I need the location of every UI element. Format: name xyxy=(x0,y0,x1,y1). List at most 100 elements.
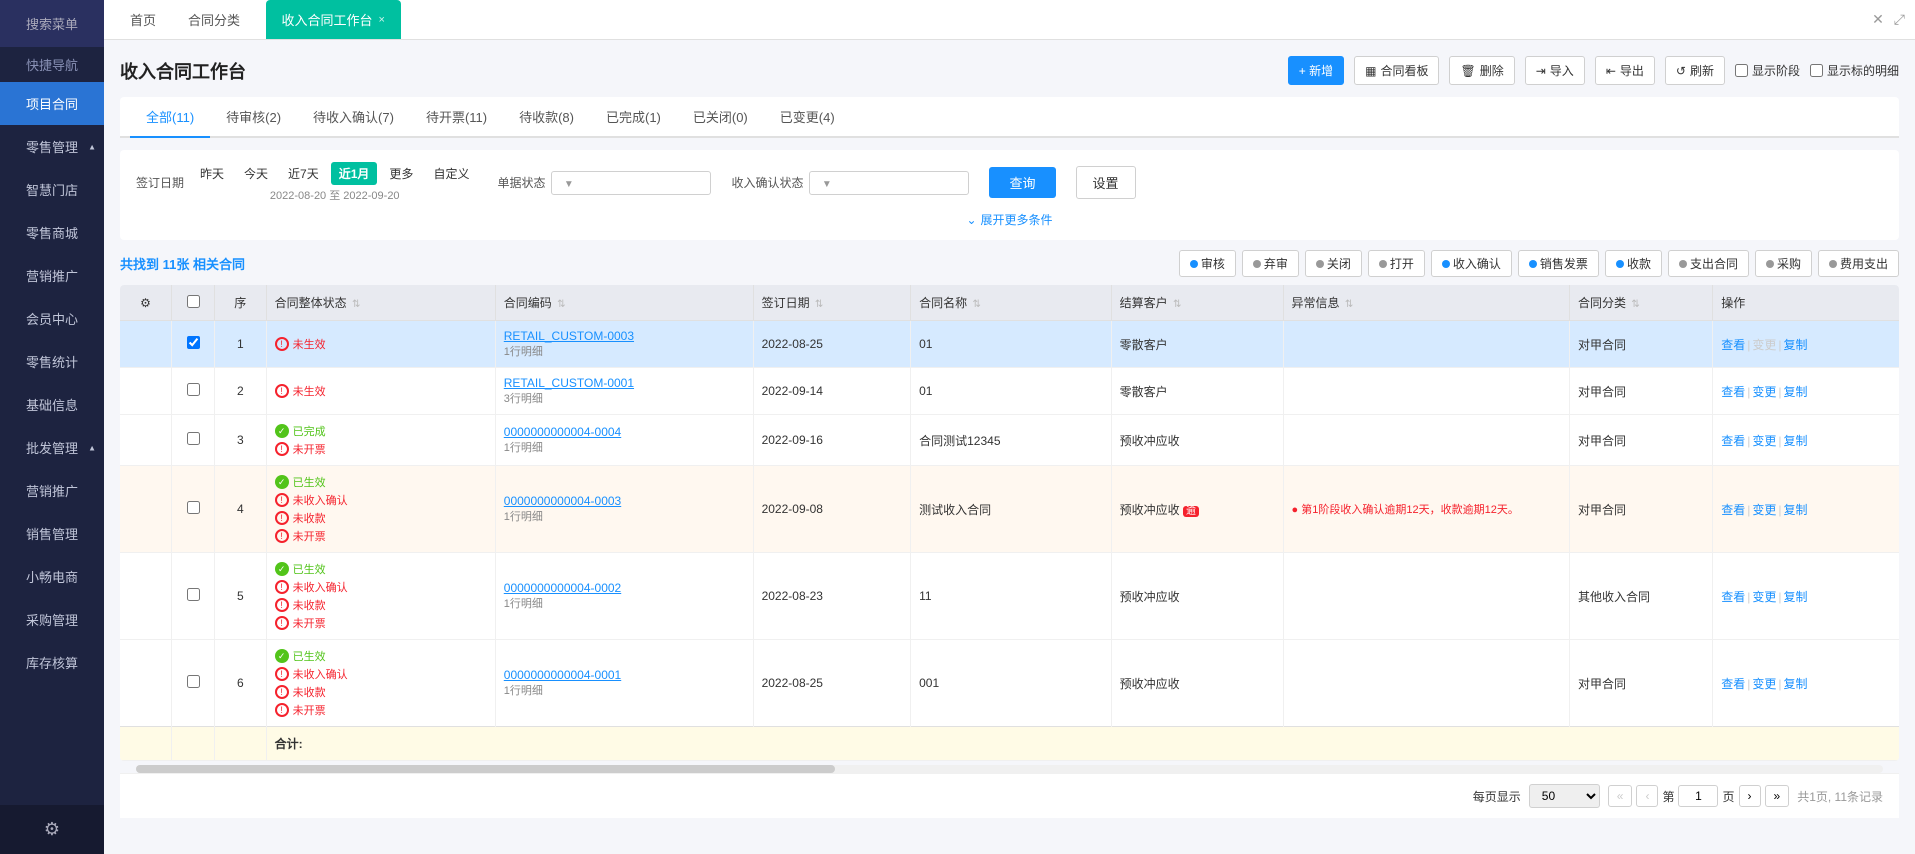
row-checkbox-1[interactable] xyxy=(187,383,200,396)
contract-view-button[interactable]: ▦ 合同看板 xyxy=(1354,56,1439,85)
tab-close-contract-type[interactable]: × xyxy=(240,16,249,28)
window-close-btn[interactable]: ✕ xyxy=(1872,11,1884,28)
sidebar-item-inventory[interactable]: 库存核算 xyxy=(0,641,104,684)
settings-gear-icon[interactable]: ⚙ xyxy=(0,805,104,854)
row-check-cell[interactable] xyxy=(172,553,215,640)
horizontal-scrollbar[interactable] xyxy=(136,765,1883,773)
sidebar-nav[interactable]: 快捷导航 xyxy=(0,47,104,82)
contract-code-link[interactable]: 0000000000004-0003 xyxy=(504,494,621,508)
op-查看[interactable]: 查看 xyxy=(1721,338,1745,352)
op-变更[interactable]: 变更 xyxy=(1752,677,1776,691)
tab-contract-type[interactable]: 合同分类 × xyxy=(172,0,266,39)
op-变更[interactable]: 变更 xyxy=(1752,434,1776,448)
sidebar-item-retail-mgmt[interactable]: 零售管理 xyxy=(0,125,104,168)
date-btn-yesterday[interactable]: 昨天 xyxy=(192,162,232,185)
date-col[interactable]: 签订日期 ⇅ xyxy=(753,285,911,321)
next-page-btn[interactable]: › xyxy=(1739,785,1761,807)
op-复制[interactable]: 复制 xyxy=(1784,590,1808,604)
error-col[interactable]: 异常信息 ⇅ xyxy=(1283,285,1569,321)
refresh-button[interactable]: ↺ 刷新 xyxy=(1665,56,1725,85)
new-button[interactable]: + 新增 xyxy=(1288,56,1344,85)
action-btn-abandon[interactable]: 弃审 xyxy=(1242,250,1299,277)
sidebar-item-retail-mall[interactable]: 零售商城 xyxy=(0,211,104,254)
date-btn-custom[interactable]: 自定义 xyxy=(425,162,477,185)
type-col[interactable]: 合同分类 ⇅ xyxy=(1570,285,1713,321)
action-btn-review[interactable]: 审核 xyxy=(1179,250,1236,277)
action-btn-print[interactable]: 打开 xyxy=(1368,250,1425,277)
row-check-cell[interactable] xyxy=(172,368,215,415)
page-input[interactable] xyxy=(1678,785,1718,807)
select-all-checkbox[interactable] xyxy=(187,295,200,308)
export-button[interactable]: ⇤ 导出 xyxy=(1595,56,1655,85)
settings-col[interactable]: ⚙ xyxy=(120,285,172,321)
filter-tab-pending-confirm[interactable]: 待收入确认(7) xyxy=(297,97,410,138)
action-btn-income-confirm[interactable]: 收入确认 xyxy=(1431,250,1512,277)
filter-tab-changed[interactable]: 已变更(4) xyxy=(764,97,851,138)
contract-code-link[interactable]: RETAIL_CUSTOM-0001 xyxy=(504,376,634,390)
row-check-cell[interactable] xyxy=(172,415,215,466)
row-check-cell[interactable] xyxy=(172,640,215,727)
check-col[interactable] xyxy=(172,285,215,321)
page-size-select[interactable]: 50 20 100 xyxy=(1529,784,1600,808)
op-查看[interactable]: 查看 xyxy=(1721,434,1745,448)
filter-tab-pending-invoice[interactable]: 待开票(11) xyxy=(410,97,503,138)
name-col[interactable]: 合同名称 ⇅ xyxy=(911,285,1112,321)
sidebar-search[interactable]: 搜索菜单 xyxy=(0,0,104,47)
contract-code-link[interactable]: 0000000000004-0001 xyxy=(504,668,621,682)
code-col[interactable]: 合同编码 ⇅ xyxy=(495,285,753,321)
op-查看[interactable]: 查看 xyxy=(1721,590,1745,604)
date-btn-today[interactable]: 今天 xyxy=(236,162,276,185)
op-复制[interactable]: 复制 xyxy=(1784,677,1808,691)
op-复制[interactable]: 复制 xyxy=(1784,338,1808,352)
contract-code-link[interactable]: 0000000000004-0004 xyxy=(504,425,621,439)
sidebar-item-project[interactable]: 项目合同 xyxy=(0,82,104,125)
op-复制[interactable]: 复制 xyxy=(1784,434,1808,448)
tab-income-workbench[interactable]: 收入合同工作台 × xyxy=(266,0,401,39)
row-checkbox-0[interactable] xyxy=(187,336,200,349)
sidebar-item-sales-mgmt[interactable]: 销售管理 xyxy=(0,512,104,555)
filter-tab-completed[interactable]: 已完成(1) xyxy=(590,97,677,138)
last-page-btn[interactable]: » xyxy=(1765,785,1790,807)
doc-status-select[interactable]: ▼ xyxy=(551,171,711,195)
sidebar-item-smart-store[interactable]: 智慧门店 xyxy=(0,168,104,211)
op-复制[interactable]: 复制 xyxy=(1784,503,1808,517)
row-checkbox-5[interactable] xyxy=(187,675,200,688)
action-btn-close[interactable]: 关闭 xyxy=(1305,250,1362,277)
filter-tab-pending-payment[interactable]: 待收款(8) xyxy=(503,97,590,138)
action-btn-expense-out[interactable]: 支出合同 xyxy=(1668,250,1749,277)
row-checkbox-4[interactable] xyxy=(187,588,200,601)
date-btn-last1month[interactable]: 近1月 xyxy=(331,162,378,185)
query-button[interactable]: 查询 xyxy=(989,167,1055,198)
sidebar-item-member[interactable]: 会员中心 xyxy=(0,297,104,340)
tab-home[interactable]: 首页 xyxy=(114,0,172,39)
action-btn-expense-pay[interactable]: 费用支出 xyxy=(1818,250,1899,277)
sidebar-item-purchase[interactable]: 采购管理 xyxy=(0,598,104,641)
filter-tab-pending-review[interactable]: 待审核(2) xyxy=(210,97,297,138)
tab-close-income-workbench[interactable]: × xyxy=(379,14,385,26)
row-checkbox-3[interactable] xyxy=(187,501,200,514)
action-btn-sales-invoice[interactable]: 销售发票 xyxy=(1518,250,1599,277)
action-btn-purchase[interactable]: 采购 xyxy=(1755,250,1812,277)
set-button[interactable]: 设置 xyxy=(1076,166,1136,199)
show-stage-checkbox[interactable]: 显示阶段 xyxy=(1735,62,1800,79)
contract-code-link[interactable]: 0000000000004-0002 xyxy=(504,581,621,595)
action-btn-receipt[interactable]: 收款 xyxy=(1605,250,1662,277)
status-col[interactable]: 合同整体状态 ⇅ xyxy=(266,285,495,321)
customer-col[interactable]: 结算客户 ⇅ xyxy=(1111,285,1283,321)
op-变更[interactable]: 变更 xyxy=(1752,590,1776,604)
contract-code-link[interactable]: RETAIL_CUSTOM-0003 xyxy=(504,329,634,343)
prev-page-btn[interactable]: ‹ xyxy=(1636,785,1658,807)
scrollbar-thumb[interactable] xyxy=(136,765,835,773)
delete-button[interactable]: 🗑 删除 xyxy=(1449,56,1514,85)
sidebar-item-xiaochang[interactable]: 小畅电商 xyxy=(0,555,104,598)
op-变更[interactable]: 变更 xyxy=(1752,503,1776,517)
op-查看[interactable]: 查看 xyxy=(1721,677,1745,691)
show-mark-checkbox[interactable]: 显示标的明细 xyxy=(1810,62,1899,79)
window-maximize-btn[interactable]: ⤢ xyxy=(1894,11,1905,28)
op-变更[interactable]: 变更 xyxy=(1752,338,1776,352)
date-btn-last7[interactable]: 近7天 xyxy=(280,162,327,185)
date-btn-more[interactable]: 更多 xyxy=(381,162,421,185)
sidebar-item-wholesale-mgmt[interactable]: 批发管理 xyxy=(0,426,104,469)
row-check-cell[interactable] xyxy=(172,466,215,553)
row-checkbox-2[interactable] xyxy=(187,432,200,445)
